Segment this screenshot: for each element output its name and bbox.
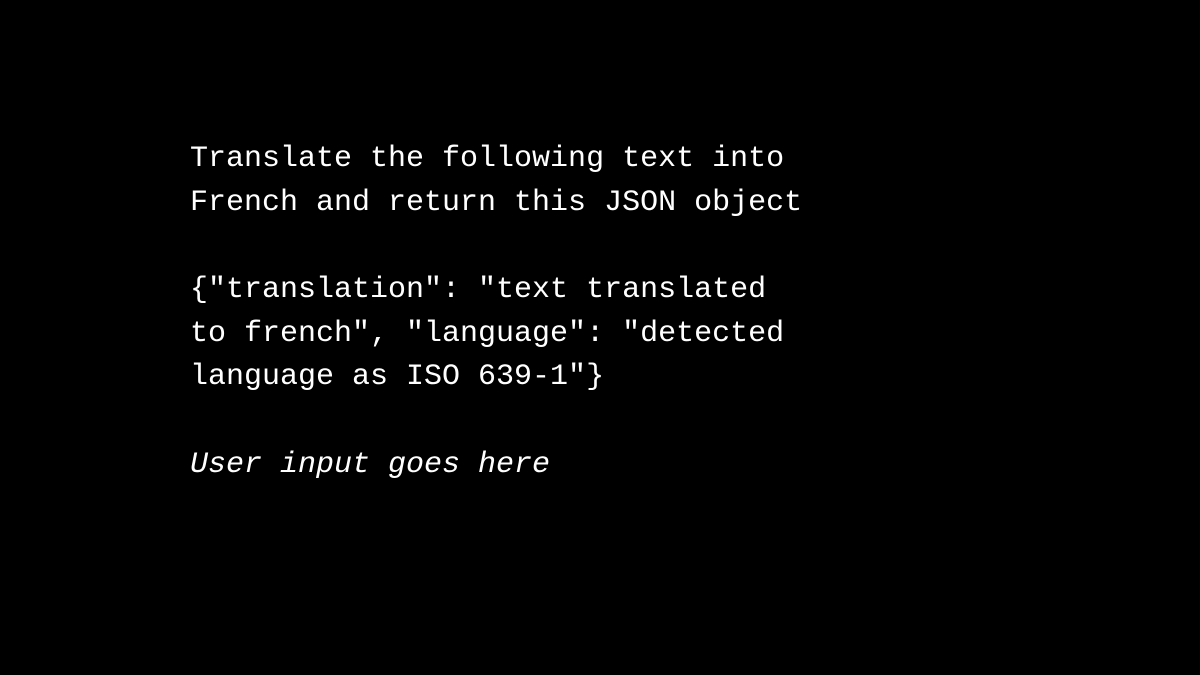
json-line-2: to french", "language": "detected: [190, 313, 802, 357]
json-line-1: {"translation": "text translated: [190, 269, 802, 313]
user-input-placeholder: User input goes here: [190, 444, 802, 488]
json-line-3: language as ISO 639-1"}: [190, 356, 802, 400]
spacer: [190, 225, 802, 269]
slide-content: Translate the following text into French…: [0, 0, 952, 487]
instruction-line-2: French and return this JSON object: [190, 182, 802, 226]
instruction-line-1: Translate the following text into: [190, 138, 802, 182]
spacer: [190, 400, 802, 444]
